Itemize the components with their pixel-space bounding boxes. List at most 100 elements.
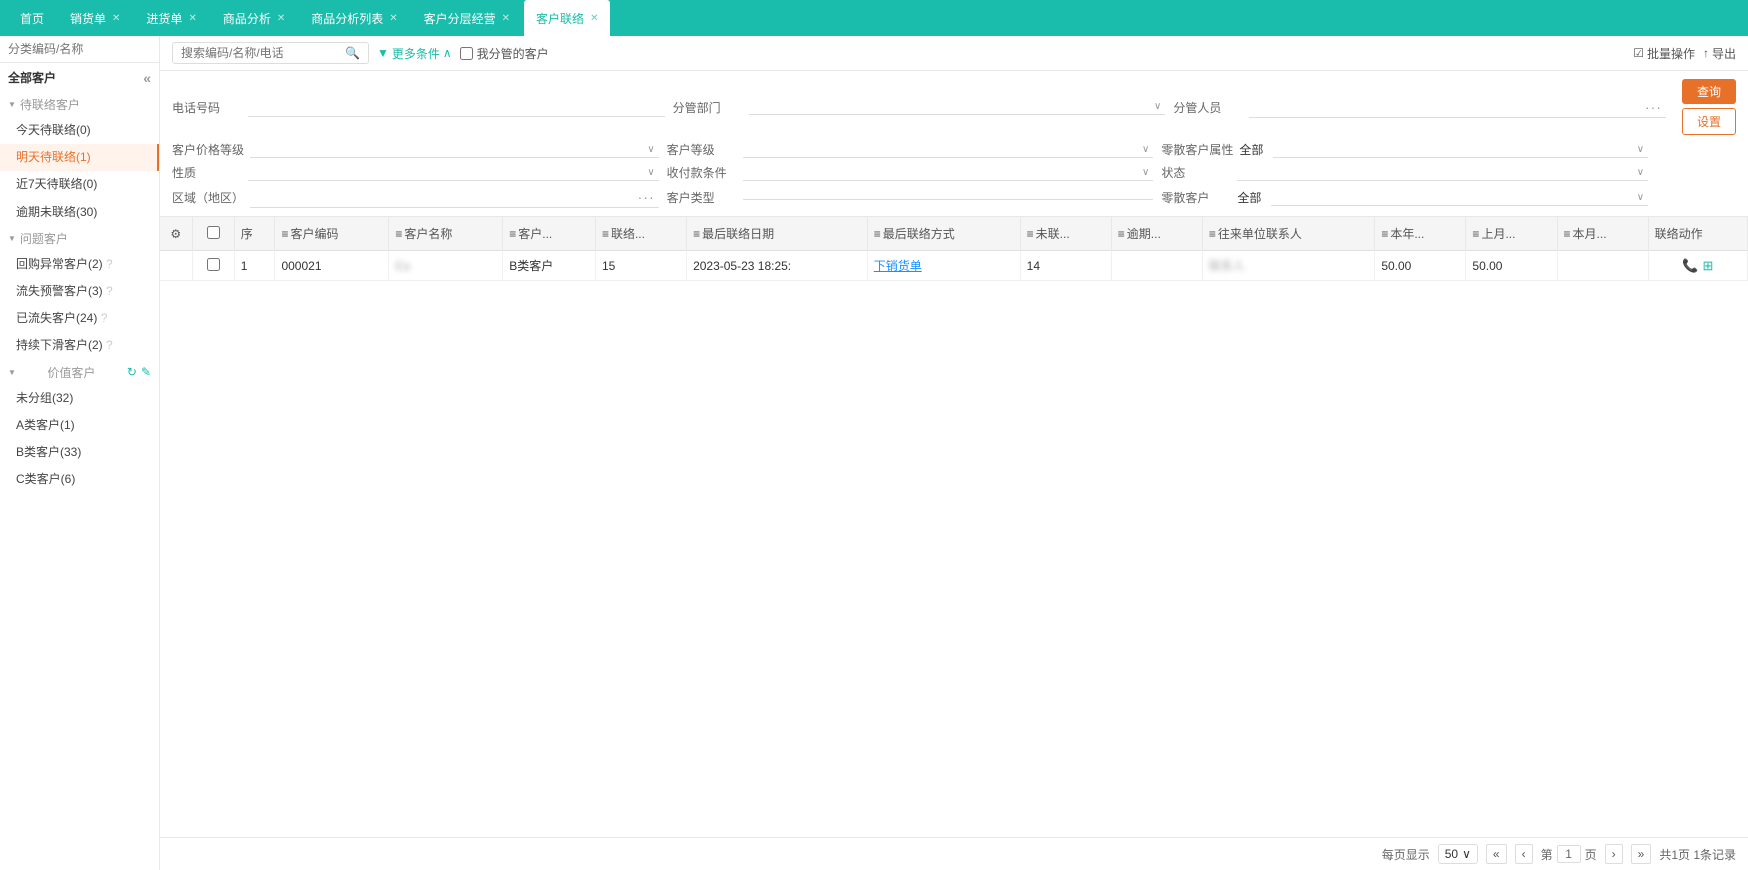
filter-dept-select[interactable]: ∨: [749, 99, 1166, 115]
nav-sales-close-icon[interactable]: ✕: [112, 13, 120, 24]
sidebar-item-b-class[interactable]: B类客户(33): [0, 439, 159, 466]
search-icon[interactable]: 🔍: [345, 46, 360, 60]
sidebar-item-c-class[interactable]: C类客户(6): [0, 466, 159, 493]
row-overdue-cell: [1111, 251, 1202, 281]
nav-sales[interactable]: 销货单 ✕: [58, 0, 132, 36]
filter-customer-type-label: 客户类型: [667, 189, 737, 206]
my-customer-checkbox[interactable]: [460, 47, 473, 60]
phone-icon[interactable]: 📞: [1682, 258, 1698, 274]
filter-retail-customer-select[interactable]: ∨: [1271, 190, 1648, 206]
sidebar-item-declining[interactable]: 持续下滑客户(2) ?: [0, 332, 159, 359]
batch-operation-btn[interactable]: ☑ 批量操作: [1633, 45, 1695, 62]
filter-actions: 查询 设置: [1682, 79, 1736, 135]
select-all-checkbox[interactable]: [207, 226, 220, 239]
group-value-customers[interactable]: 价值客户 ↻ ✎: [0, 360, 159, 385]
all-customers-label: 全部客户: [8, 69, 56, 86]
row-checkbox[interactable]: [207, 258, 220, 271]
filter-nature: 性质 ∨: [172, 164, 659, 181]
sidebar-item-a-class[interactable]: A类客户(1): [0, 412, 159, 439]
sidebar-item-unclassified[interactable]: 未分组(32): [0, 385, 159, 412]
page-number-input[interactable]: 1: [1557, 845, 1581, 863]
filter-retail-attr-select[interactable]: ∨: [1273, 142, 1648, 158]
col-last-month-header[interactable]: ≡上月...: [1466, 217, 1557, 251]
filter-nature-select[interactable]: ∨: [248, 165, 659, 181]
last-page-btn[interactable]: »: [1631, 844, 1652, 864]
sidebar-search-input[interactable]: [8, 42, 160, 56]
grid-icon[interactable]: ⊞: [1702, 258, 1713, 274]
my-customer-checkbox-label[interactable]: 我分管的客户: [460, 45, 549, 62]
col-last-contact-method-header[interactable]: ≡最后联络方式: [867, 217, 1020, 251]
col-customer-type-header[interactable]: ≡客户...: [503, 217, 596, 251]
table-footer: 每页显示 50 ∨ « ‹ 第 1 页 › » 共1页 1条记录: [160, 837, 1748, 870]
row-checkbox-cell: [192, 251, 234, 281]
filter-customer-level-select[interactable]: ∨: [743, 142, 1154, 158]
filter-payment-select[interactable]: ∨: [743, 165, 1154, 181]
sidebar-item-abnormal-repurchase[interactable]: 回购异常客户(2) ?: [0, 251, 159, 278]
sidebar-item-overdue-contact[interactable]: 逾期未联络(30): [0, 199, 159, 226]
first-page-btn[interactable]: «: [1486, 844, 1507, 864]
sidebar-item-today-contact[interactable]: 今天待联络(0): [0, 117, 159, 144]
page-size-select[interactable]: 50 ∨: [1438, 844, 1478, 864]
col-unit-contact-header[interactable]: ≡往来单位联系人: [1202, 217, 1374, 251]
content-area: 🔍 ▼ 更多条件 ∧ 我分管的客户 ☑ 批量操作 ↑ 导出: [160, 36, 1748, 870]
sidebar-item-churn-warning[interactable]: 流失预警客户(3) ?: [0, 278, 159, 305]
col-this-year-header[interactable]: ≡本年...: [1375, 217, 1466, 251]
info-icon-3: ?: [106, 338, 113, 352]
export-btn[interactable]: ↑ 导出: [1703, 45, 1736, 62]
nav-customer-contact-close-icon[interactable]: ✕: [590, 13, 598, 24]
col-this-month-header[interactable]: ≡本月...: [1557, 217, 1648, 251]
nav-customer-contact[interactable]: 客户联络 ✕: [524, 0, 610, 36]
nav-customer-layer[interactable]: 客户分层经营 ✕: [412, 0, 522, 36]
filter-customer-type-select[interactable]: [743, 195, 1154, 200]
more-filter-btn[interactable]: ▼ 更多条件 ∧: [377, 45, 452, 62]
row-name-cell: Ea: [389, 251, 503, 281]
col-contact-header[interactable]: ≡联络...: [595, 217, 686, 251]
col-settings-header[interactable]: ⚙: [160, 217, 192, 251]
filter-region-select[interactable]: ···: [250, 187, 659, 208]
nav-product-list-close-icon[interactable]: ✕: [389, 13, 397, 24]
nav-purchase-close-icon[interactable]: ✕: [188, 13, 196, 24]
group-problem-customers[interactable]: 问题客户: [0, 226, 159, 251]
nav-product-analysis-close-icon[interactable]: ✕: [277, 13, 285, 24]
page-suffix: 页: [1585, 846, 1597, 863]
value-group-edit-icon[interactable]: ✎: [141, 365, 151, 379]
nav-purchase[interactable]: 进货单 ✕: [134, 0, 208, 36]
page-size-value: 50: [1445, 847, 1458, 861]
sidebar-collapse-btn[interactable]: «: [143, 70, 151, 86]
sidebar-item-7day-contact[interactable]: 近7天待联络(0): [0, 171, 159, 198]
filter-status-select[interactable]: ∨: [1237, 165, 1648, 181]
col-uncontact-header[interactable]: ≡未联...: [1020, 217, 1111, 251]
value-group-refresh-icon[interactable]: ↻: [127, 365, 137, 379]
row-uncontact-cell: 14: [1020, 251, 1111, 281]
row-last-contact-method-cell[interactable]: 下销货单: [867, 251, 1020, 281]
col-overdue-header[interactable]: ≡逾期...: [1111, 217, 1202, 251]
last-contact-method-link[interactable]: 下销货单: [874, 259, 922, 273]
nav-home[interactable]: 首页: [8, 0, 56, 36]
toolbar-right: ☑ 批量操作 ↑ 导出: [1633, 45, 1736, 62]
col-last-contact-date-header[interactable]: ≡最后联络日期: [687, 217, 868, 251]
next-page-btn[interactable]: ›: [1605, 844, 1623, 864]
filter-status-label: 状态: [1161, 164, 1231, 181]
col-no-header: 序: [234, 217, 275, 251]
sidebar-item-tomorrow-contact[interactable]: 明天待联络(1): [0, 144, 159, 171]
group-pending-contact[interactable]: 待联络客户: [0, 92, 159, 117]
filter-phone-input[interactable]: [248, 98, 665, 117]
col-code-header[interactable]: ≡客户编码: [275, 217, 389, 251]
sidebar-item-churned[interactable]: 已流失客户(24) ?: [0, 305, 159, 332]
nav-product-analysis[interactable]: 商品分析 ✕: [211, 0, 297, 36]
payment-chevron-icon: ∨: [1142, 167, 1149, 178]
row-customer-type-cell: B类客户: [503, 251, 596, 281]
nav-product-analysis-list[interactable]: 商品分析列表 ✕: [299, 0, 409, 36]
prev-page-btn[interactable]: ‹: [1515, 844, 1533, 864]
row-no-cell: 1: [234, 251, 275, 281]
page-size-label: 每页显示: [1382, 846, 1430, 863]
row-action-cell: 📞 ⊞: [1648, 251, 1747, 281]
nav-customer-layer-close-icon[interactable]: ✕: [502, 13, 510, 24]
filter-row-2: 客户价格等级 ∨ 客户等级 ∨ 零散客户属性 全部: [172, 141, 1736, 158]
search-input[interactable]: [181, 46, 341, 60]
col-name-header[interactable]: ≡客户名称: [389, 217, 503, 251]
filter-price-level-select[interactable]: ∨: [250, 142, 659, 158]
settings-button[interactable]: 设置: [1682, 108, 1736, 135]
filter-person-select[interactable]: ···: [1249, 97, 1666, 118]
query-button[interactable]: 查询: [1682, 79, 1736, 104]
